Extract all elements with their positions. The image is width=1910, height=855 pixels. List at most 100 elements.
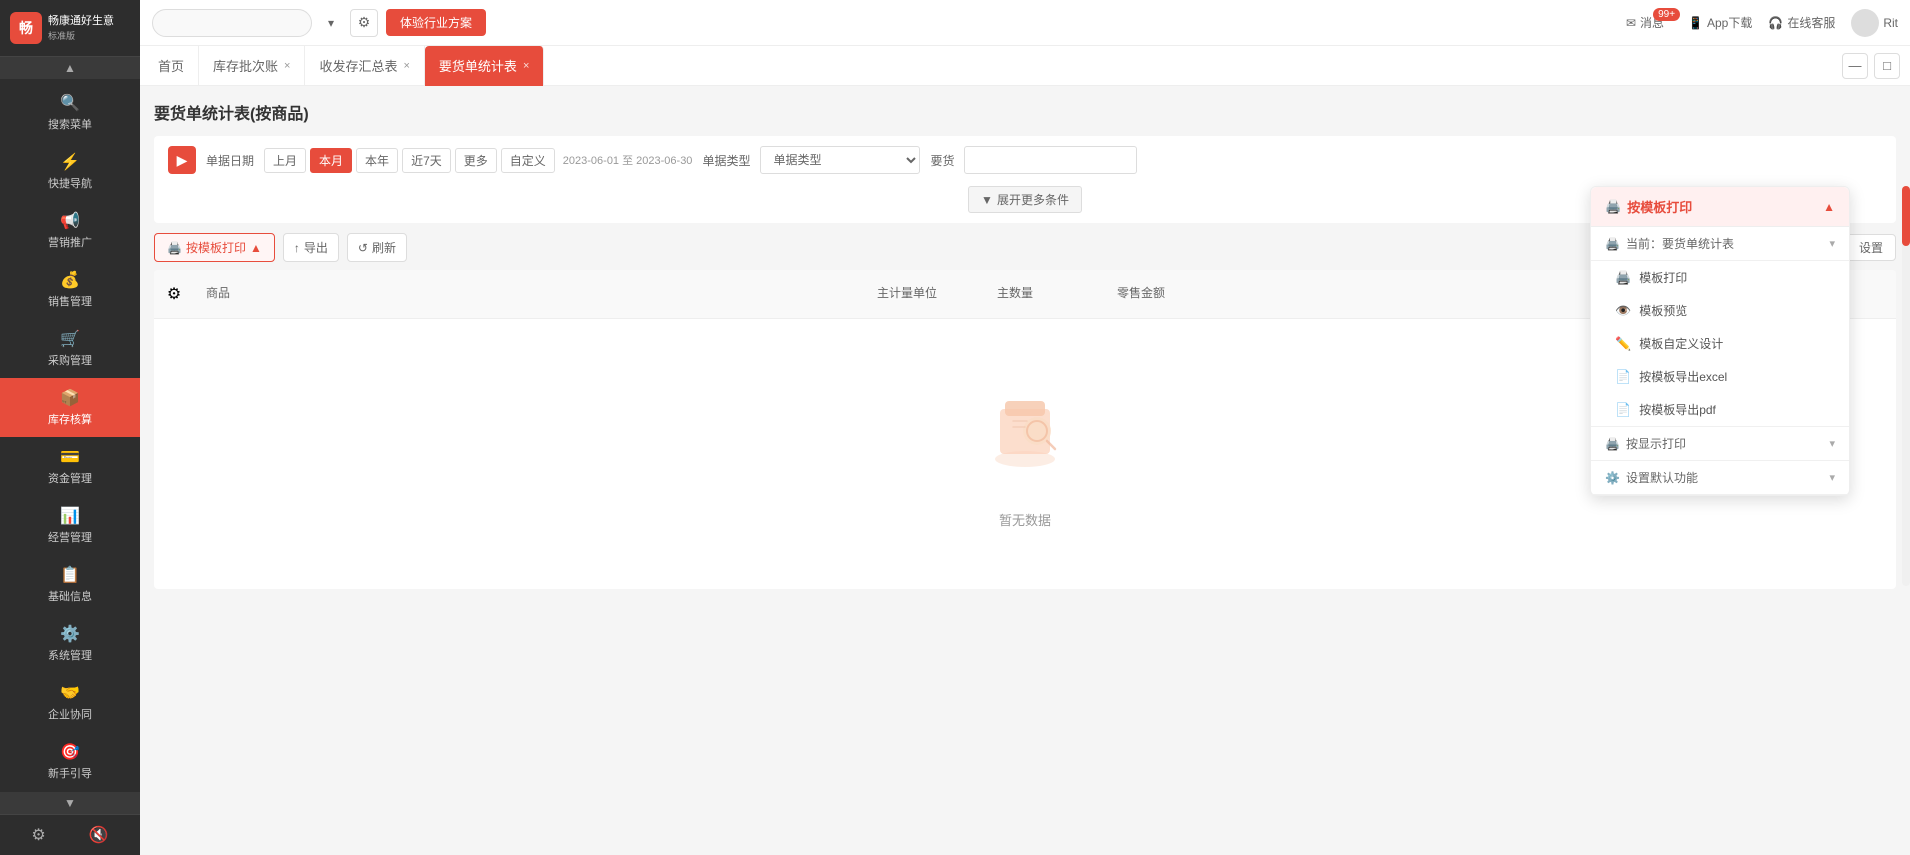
app-download-icon: 📱 [1688,16,1703,30]
sidebar-scroll-down[interactable]: ▼ [0,792,140,814]
print-dropdown-panel: 🖨️ 按模板打印 ▲ 🖨️ 当前：要货单统计表 ▾ 🖨️ 模板打印 [1590,186,1850,496]
tab-inventory-batch-close[interactable]: × [284,60,290,72]
sidebar-item-search[interactable]: 🔍 搜索菜单 [0,83,140,142]
template-preview-label: 模板预览 [1639,302,1687,319]
purchase-nav-icon: 🛒 [60,329,80,349]
dropdown-default-header[interactable]: ⚙️ 设置默认功能 ▾ [1591,461,1849,494]
sidebar-logo: 畅 畅康通好生意 标准版 [0,0,140,57]
app-download-button[interactable]: 📱 App下载 [1688,14,1752,31]
date-btn-last-month[interactable]: 上月 [264,148,306,173]
tab-order-stats-label: 要货单统计表 [439,56,517,75]
date-btn-7days[interactable]: 近7天 [402,148,451,173]
sidebar-item-inventory[interactable]: 📦 库存核算 [0,378,140,437]
table-col-retail: 零售金额 [1105,278,1225,310]
sidebar-item-sales[interactable]: 💰 销售管理 [0,260,140,319]
sidebar-scroll-up[interactable]: ▲ [0,57,140,79]
expand-more-label: 展开更多条件 [997,191,1069,208]
mute-bottom-icon[interactable]: 🔇 [89,825,109,845]
messages-button[interactable]: ✉ 消息 99+ [1626,14,1672,31]
sidebar-item-enterprise[interactable]: 🤝 企业协同 [0,673,140,732]
filter-expand-button[interactable]: ▶ [168,146,196,174]
user-avatar-button[interactable]: Rit [1851,9,1898,37]
online-service-button[interactable]: 🎧 在线客服 [1768,14,1835,31]
current-section-icon: 🖨️ [1605,237,1620,251]
tab-maximize-button[interactable]: □ [1874,53,1900,79]
dropdown-current-header[interactable]: 🖨️ 当前：要货单统计表 ▾ [1591,227,1849,260]
default-section-text: 设置默认功能 [1626,469,1698,486]
date-btn-more[interactable]: 更多 [455,148,497,173]
sidebar-item-shortcut[interactable]: ⚡ 快捷导航 [0,142,140,201]
export-pdf-icon: 📄 [1615,402,1631,418]
trial-button[interactable]: 体验行业方案 [386,9,486,36]
print-template-button[interactable]: 🖨️ 按模板打印 ▲ [154,233,275,262]
dropdown-header: 🖨️ 按模板打印 ▲ [1591,187,1849,227]
shortcut-nav-label: 快捷导航 [48,175,92,191]
dropdown-item-template-preview[interactable]: 👁️ 模板预览 [1591,294,1849,327]
settings-button[interactable]: 设置 [1846,234,1896,261]
tab-summary-close[interactable]: × [403,60,409,72]
date-btn-this-year[interactable]: 本年 [356,148,398,173]
date-buttons: 上月 本月 本年 近7天 更多 自定义 2023-06-01 至 2023-06… [264,148,692,173]
sidebar-item-appstore[interactable]: 🔲 应用中心 [0,791,140,792]
dropdown-item-export-excel[interactable]: 📄 按模板导出excel [1591,360,1849,393]
refresh-button[interactable]: ↺ 刷新 [347,233,407,262]
sidebar-item-purchase[interactable]: 🛒 采购管理 [0,319,140,378]
marketing-nav-label: 营销推广 [48,234,92,250]
sidebar-item-system[interactable]: ⚙️ 系统管理 [0,614,140,673]
sales-nav-label: 销售管理 [48,293,92,309]
finance-nav-icon: 💳 [60,447,80,467]
app-version: 标准版 [48,29,114,42]
header-search-input[interactable] [152,9,312,37]
expand-more-button[interactable]: ▼ 展开更多条件 [968,186,1082,213]
tab-home[interactable]: 首页 [150,46,199,86]
tab-order-stats-close[interactable]: × [523,60,529,72]
order-item-label: 要货 [930,152,954,169]
tab-inventory-batch-label: 库存批次账 [213,56,278,75]
logo-icon: 畅 [10,12,42,44]
date-btn-custom[interactable]: 自定义 [501,148,555,173]
refresh-icon: ↺ [358,241,368,255]
export-button[interactable]: ↑ 导出 [283,233,339,262]
search-nav-icon: 🔍 [60,93,80,113]
dropdown-items-section: 🖨️ 模板打印 👁️ 模板预览 ✏️ 模板自定义设计 📄 按模板导出excel … [1591,261,1849,427]
dropdown-item-template-print[interactable]: 🖨️ 模板打印 [1591,261,1849,294]
default-section-icon: ⚙️ [1605,471,1620,485]
message-icon: ✉ [1626,16,1636,30]
tab-minimize-button[interactable]: — [1842,53,1868,79]
table-col-unit: 主计量单位 [865,278,985,310]
print-label: 按模板打印 [186,239,246,256]
template-print-icon: 🖨️ [1615,270,1631,286]
tab-summary[interactable]: 收发存汇总表 × [305,46,424,86]
sidebar-item-newbie[interactable]: 🎯 新手引导 [0,732,140,791]
page-content: 要货单统计表(按商品) ▶ 单据日期 上月 本月 本年 近7天 更多 自定义 2… [140,86,1910,855]
dropdown-display-section: 🖨️ 按显示打印 ▾ [1591,427,1849,461]
print-icon: 🖨️ [167,241,182,255]
sidebar-item-marketing[interactable]: 📢 营销推广 [0,201,140,260]
dropdown-item-template-design[interactable]: ✏️ 模板自定义设计 [1591,327,1849,360]
sidebar-item-basics[interactable]: 📋 基础信息 [0,555,140,614]
header-gear-button[interactable]: ⚙ [350,9,378,37]
default-section-arrow-icon: ▾ [1829,471,1835,484]
display-print-icon: 🖨️ [1605,437,1620,451]
tab-order-stats[interactable]: 要货单统计表 × [425,46,544,86]
sidebar-item-finance[interactable]: 💳 资金管理 [0,437,140,496]
newbie-nav-label: 新手引导 [48,765,92,781]
date-range-text: 2023-06-01 至 2023-06-30 [563,152,693,168]
dropdown-display-header[interactable]: 🖨️ 按显示打印 ▾ [1591,427,1849,460]
sidebar-item-operations[interactable]: 📊 经营管理 [0,496,140,555]
dropdown-item-export-pdf[interactable]: 📄 按模板导出pdf [1591,393,1849,426]
filter-row: ▶ 单据日期 上月 本月 本年 近7天 更多 自定义 2023-06-01 至 … [168,146,1882,174]
type-select[interactable]: 单据类型 [760,146,920,174]
header-dropdown-button[interactable]: ▾ [320,12,342,34]
export-pdf-label: 按模板导出pdf [1639,401,1716,418]
dropdown-collapse-icon[interactable]: ▲ [1823,200,1835,214]
right-scrollbar[interactable] [1902,186,1910,586]
order-item-input[interactable] [964,146,1137,174]
dropdown-title-label: 按模板打印 [1627,197,1692,216]
settings-bottom-icon[interactable]: ⚙ [31,825,45,845]
table-settings-icon-cell[interactable]: ⚙ [154,278,194,310]
tab-inventory-batch[interactable]: 库存批次账 × [199,46,305,86]
purchase-nav-label: 采购管理 [48,352,92,368]
empty-text: 暂无数据 [999,510,1051,529]
date-btn-this-month[interactable]: 本月 [310,148,352,173]
